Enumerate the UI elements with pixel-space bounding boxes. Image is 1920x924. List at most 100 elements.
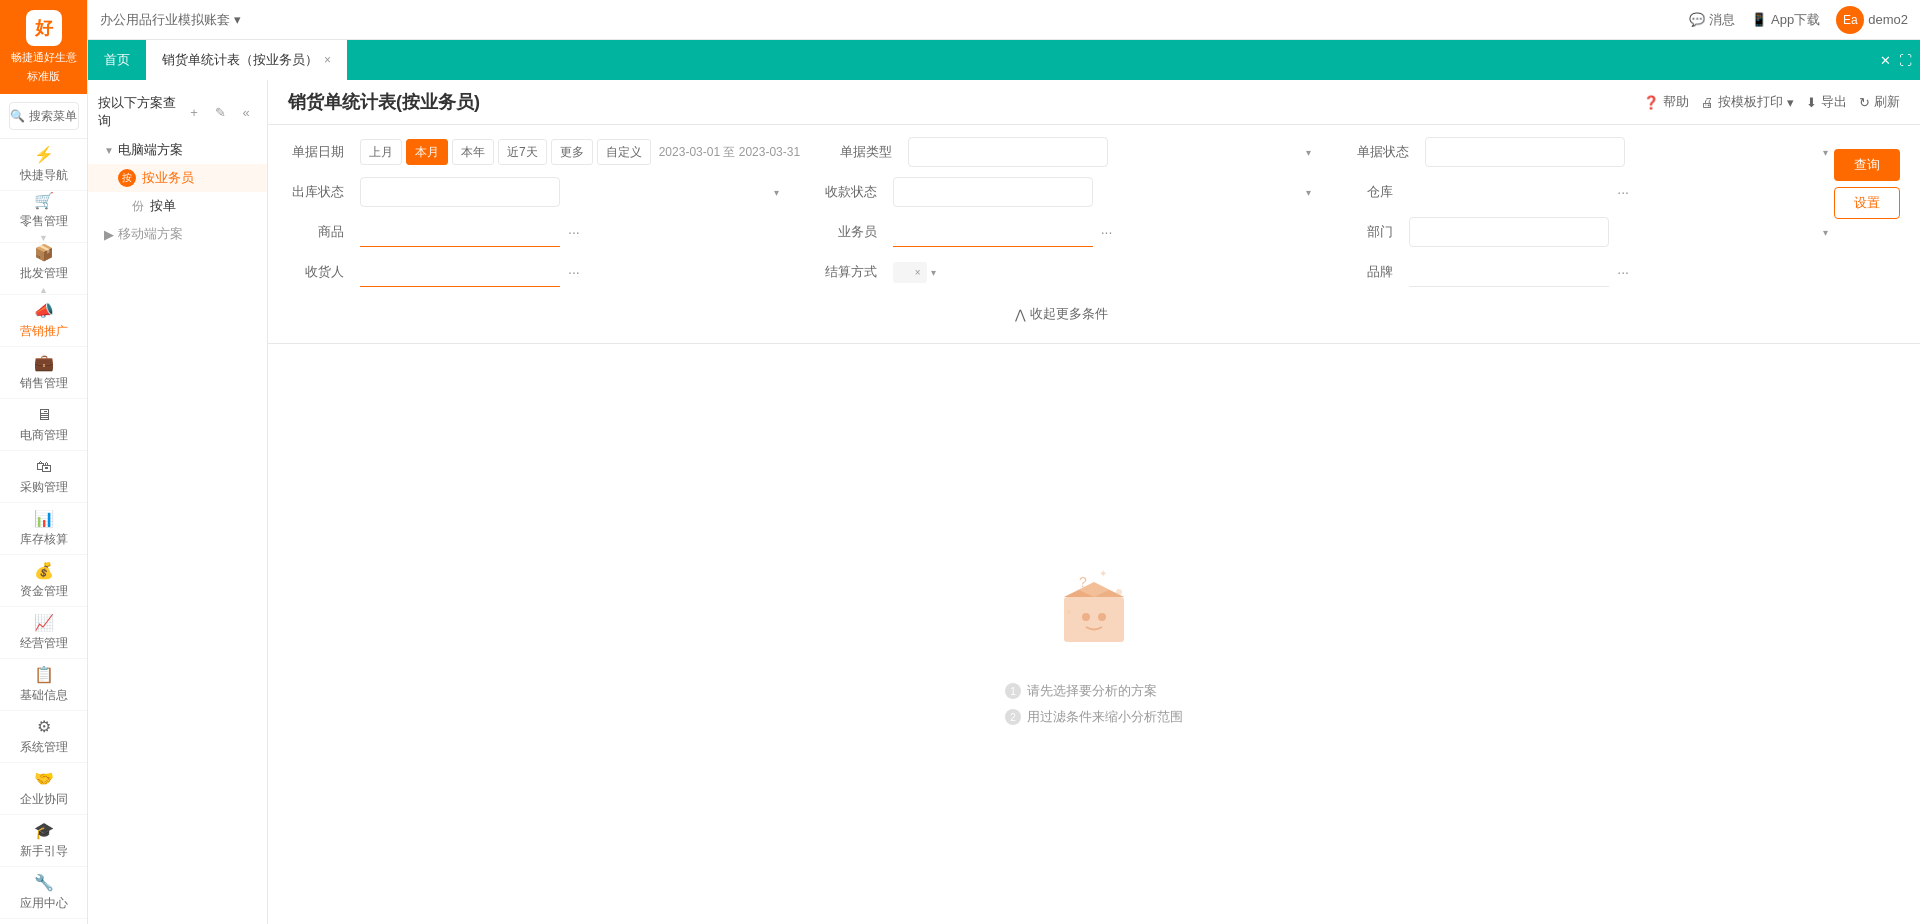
goods-input[interactable] [360,217,560,247]
doc-status-select[interactable] [1425,137,1625,167]
payment-status-select-wrap: ▾ [893,177,1318,207]
sidebar-item-purchase[interactable]: 🛍 采购管理 [0,451,87,503]
payment-status-select[interactable] [893,177,1093,207]
logo-text: 畅捷通好生意 [11,50,77,65]
date-btn-this-year[interactable]: 本年 [452,139,494,165]
brand-input[interactable] [1409,257,1609,287]
help-button[interactable]: ❓ 帮助 [1643,93,1689,111]
tab-home[interactable]: 首页 [88,40,146,80]
page-actions: ❓ 帮助 🖨 按模板打印 ▾ ⬇ 导出 ↻ 刷新 [1643,93,1900,111]
out-status-dropdown-icon: ▾ [774,187,779,198]
expand-right-icon: ▶ [104,227,114,242]
receiver-dots[interactable]: ··· [568,264,580,280]
topbar-left: 办公用品行业模拟账套 ▾ [100,11,241,29]
doc-type-select[interactable] [908,137,1108,167]
panel-actions: + ✎ « [183,101,257,123]
warehouse-dots[interactable]: ··· [1617,184,1629,200]
app-download-button[interactable]: 📱 App下载 [1751,11,1820,29]
scheme-icon: 按 [118,169,136,187]
date-btn-more[interactable]: 更多 [551,139,593,165]
warehouse-input[interactable] [1409,177,1609,207]
department-select[interactable] [1409,217,1609,247]
company-selector[interactable]: 办公用品行业模拟账套 ▾ [100,11,241,29]
search-icon: 🔍 [10,109,25,123]
sidebar-item-wechat[interactable]: 💬 企业微信 [0,919,87,924]
department-select-wrap: ▾ [1409,217,1834,247]
search-menu-button[interactable]: 🔍 搜索菜单 [9,102,79,130]
sidebar: 好 畅捷通好生意 标准版 🔍 搜索菜单 ⚡ 快捷导航 🛒 零售管理 ▼ 📦 批发… [0,0,88,924]
tree-subchild-by-doc[interactable]: 份 按单 [88,192,267,220]
right-content: 销货单统计表(按业务员) ❓ 帮助 🖨 按模板打印 ▾ ⬇ 导出 [268,80,1920,924]
maximize-icon[interactable]: ⛶ [1899,53,1912,68]
sidebar-item-apps[interactable]: 🔧 应用中心 [0,867,87,919]
page-header: 销货单统计表(按业务员) ❓ 帮助 🖨 按模板打印 ▾ ⬇ 导出 [268,80,1920,125]
tree-item-desktop[interactable]: ▼ 电脑端方案 [88,136,267,164]
finance-icon: 💰 [34,561,54,580]
brand-dots[interactable]: ··· [1617,264,1629,280]
print-button[interactable]: 🖨 按模板打印 ▾ [1701,93,1794,111]
company-name: 办公用品行业模拟账套 [100,11,230,29]
date-label: 单据日期 [288,143,344,161]
tree-section-mobile: ▶ 移动端方案 [88,220,267,248]
main-area: 办公用品行业模拟账套 ▾ 💬 消息 📱 App下载 Ea demo2 首页 销货… [88,0,1920,924]
sidebar-item-system[interactable]: ⚙ 系统管理 [0,711,87,763]
empty-hint-2: 2 用过滤条件来缩小分析范围 [1005,708,1183,726]
sidebar-logo[interactable]: 好 畅捷通好生意 标准版 [0,0,87,94]
sidebar-item-retail[interactable]: 🛒 零售管理 ▼ [0,191,87,243]
system-icon: ⚙ [37,717,51,736]
message-button[interactable]: 💬 消息 [1689,11,1735,29]
export-button[interactable]: ⬇ 导出 [1806,93,1847,111]
svg-point-7 [1067,610,1071,614]
edit-scheme-button[interactable]: ✎ [209,101,231,123]
receiver-group: ··· [360,257,785,287]
sidebar-item-sales[interactable]: 💼 销售管理 [0,347,87,399]
salesperson-dots[interactable]: ··· [1101,224,1113,240]
settlement-select-wrap: × ▾ [893,262,1318,283]
close-window-icon[interactable]: ✕ [1880,53,1891,68]
filter-row-3: 商品 ··· 业务员 ··· 部门 [288,217,1834,247]
date-btn-this-month[interactable]: 本月 [406,139,448,165]
receiver-input[interactable] [360,257,560,287]
add-icon: + [190,105,198,120]
date-btn-custom[interactable]: 自定义 [597,139,651,165]
sidebar-item-wholesale[interactable]: 📦 批发管理 ▲ [0,243,87,295]
newbie-icon: 🎓 [34,821,54,840]
print-icon: 🖨 [1701,95,1714,110]
refresh-button[interactable]: ↻ 刷新 [1859,93,1900,111]
salesperson-input[interactable] [893,217,1093,247]
date-btn-7days[interactable]: 近7天 [498,139,547,165]
sidebar-nav: ⚡ 快捷导航 🛒 零售管理 ▼ 📦 批发管理 ▲ 📣 营销推广 💼 销售管理 🖥… [0,139,87,924]
settings-button[interactable]: 设置 [1834,187,1900,219]
sidebar-item-finance[interactable]: 💰 资金管理 [0,555,87,607]
enterprise-icon: 🤝 [34,769,54,788]
sidebar-item-shortcuts[interactable]: ⚡ 快捷导航 [0,139,87,191]
user-profile[interactable]: Ea demo2 [1836,6,1908,34]
purchase-icon: 🛍 [36,458,52,476]
sidebar-item-marketing[interactable]: 📣 营销推广 [0,295,87,347]
tab-close-icon[interactable]: × [324,53,331,67]
sidebar-item-basics[interactable]: 📋 基础信息 [0,659,87,711]
empty-illustration: ? ✦ [1034,542,1154,662]
help-icon: ❓ [1643,95,1659,110]
sidebar-item-inventory[interactable]: 📊 库存核算 [0,503,87,555]
collapse-panel-button[interactable]: « [235,101,257,123]
tree-child-by-salesperson[interactable]: 按 按业务员 [88,164,267,192]
add-scheme-button[interactable]: + [183,101,205,123]
query-button[interactable]: 查询 [1834,149,1900,181]
tab-sales-stats[interactable]: 销货单统计表（按业务员） × [146,40,347,80]
panel-title: 按以下方案查询 [98,94,183,130]
collapse-button[interactable]: ⋀ 收起更多条件 [1015,305,1108,323]
wholesale-icon: 📦 [34,243,54,262]
sidebar-item-ecommerce[interactable]: 🖥 电商管理 [0,399,87,451]
date-btn-last-month[interactable]: 上月 [360,139,402,165]
settlement-tag-close[interactable]: × [915,267,921,278]
sidebar-item-newbie[interactable]: 🎓 新手引导 [0,815,87,867]
empty-hint-1: 1 请先选择要分析的方案 [1005,682,1183,700]
sidebar-item-enterprise[interactable]: 🤝 企业协同 [0,763,87,815]
sidebar-item-operations[interactable]: 📈 经营管理 [0,607,87,659]
svg-point-8 [1082,613,1090,621]
warehouse-label: 仓库 [1353,183,1393,201]
out-status-select[interactable] [360,177,560,207]
tree-item-mobile[interactable]: ▶ 移动端方案 [88,220,267,248]
goods-dots[interactable]: ··· [568,224,580,240]
